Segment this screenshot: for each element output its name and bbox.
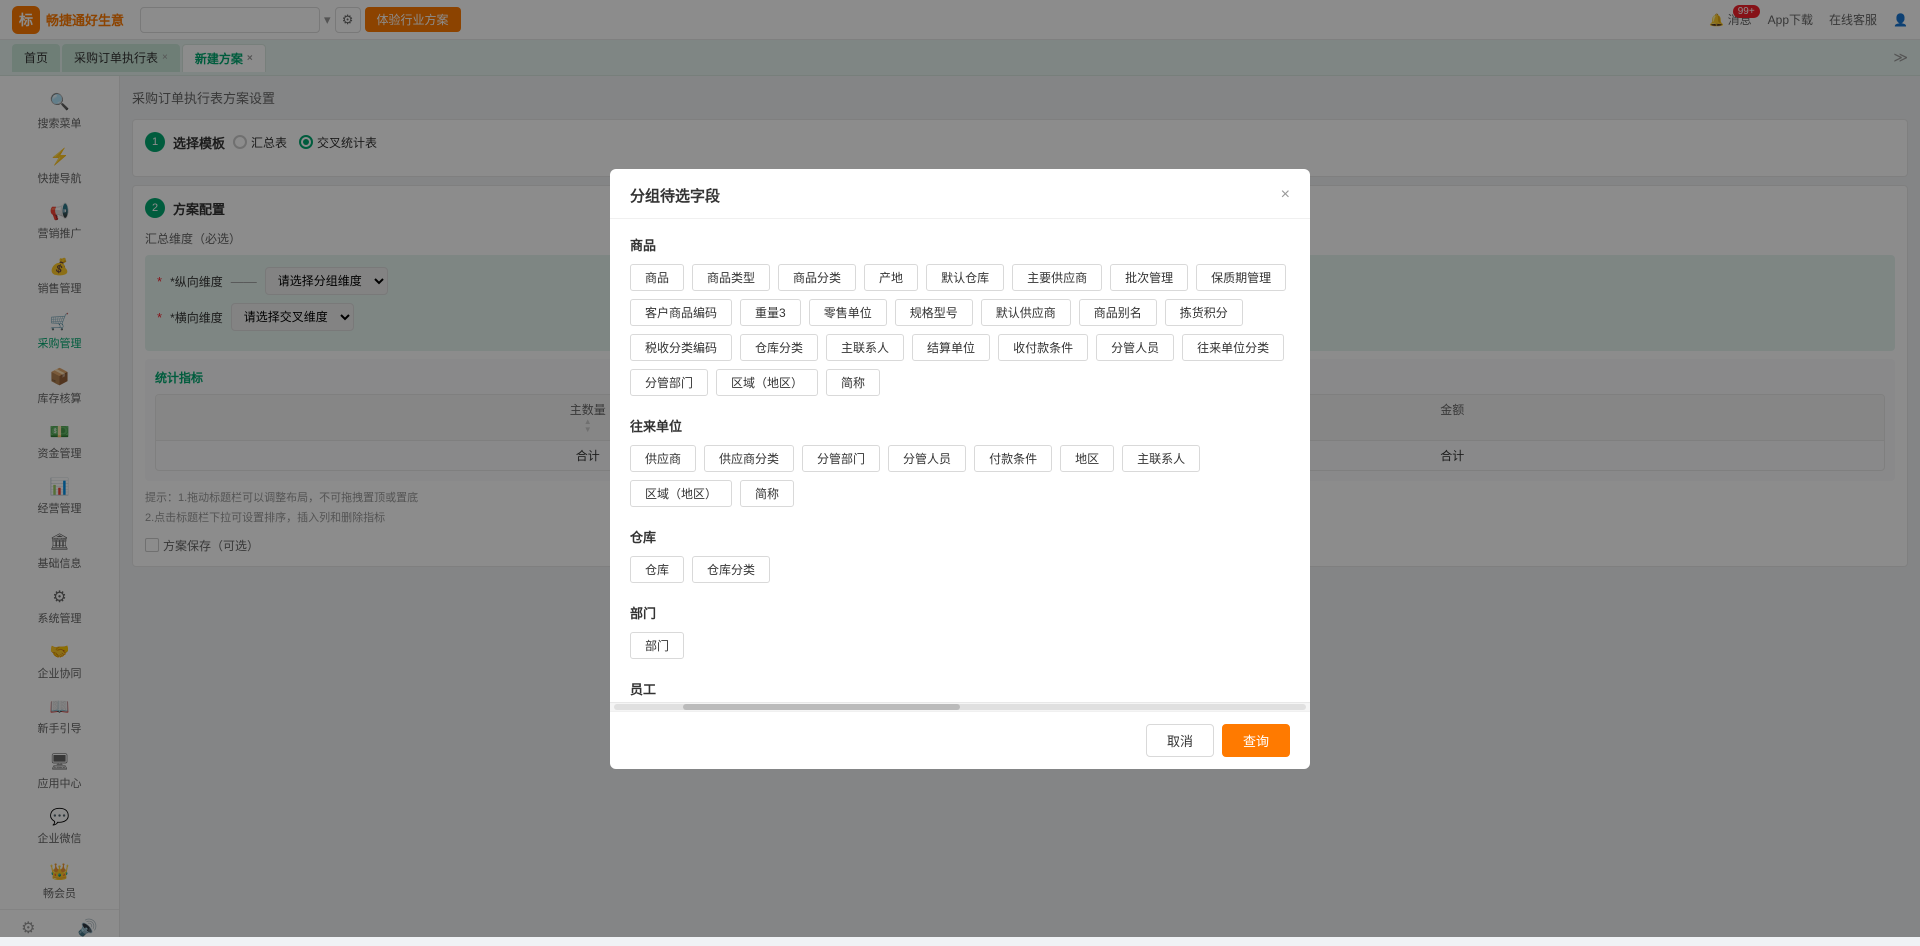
- field-tag-goods-21[interactable]: 往来单位分类: [1182, 334, 1284, 361]
- section-partner: 往来单位 供应商 供应商分类 分管部门 分管人员 付款条件 地区 主联系人 区域…: [630, 416, 1290, 507]
- field-tag-goods-6[interactable]: 批次管理: [1110, 264, 1188, 291]
- section-goods-title: 商品: [630, 235, 1290, 254]
- field-tag-goods-20[interactable]: 分管人员: [1096, 334, 1174, 361]
- modal-header: 分组待选字段 ×: [610, 169, 1310, 219]
- field-tag-partner-7[interactable]: 区域（地区）: [630, 480, 732, 507]
- field-tag-goods-7[interactable]: 保质期管理: [1196, 264, 1286, 291]
- modal-hscroll-thumb: [683, 704, 960, 710]
- field-tag-warehouse-0[interactable]: 仓库: [630, 556, 684, 583]
- field-tag-goods-10[interactable]: 零售单位: [809, 299, 887, 326]
- field-tag-goods-16[interactable]: 仓库分类: [740, 334, 818, 361]
- field-tag-partner-4[interactable]: 付款条件: [974, 445, 1052, 472]
- field-tag-goods-14[interactable]: 拣货积分: [1165, 299, 1243, 326]
- field-tag-goods-8[interactable]: 客户商品编码: [630, 299, 732, 326]
- field-tag-partner-3[interactable]: 分管人员: [888, 445, 966, 472]
- field-tag-goods-15[interactable]: 税收分类编码: [630, 334, 732, 361]
- field-tag-dept-0[interactable]: 部门: [630, 632, 684, 659]
- modal-overlay: 分组待选字段 × 商品 商品 商品类型 商品分类 产地 默认仓库 主要供应商 批…: [0, 0, 1920, 937]
- field-tag-goods-13[interactable]: 商品别名: [1079, 299, 1157, 326]
- section-dept-tags: 部门: [630, 632, 1290, 659]
- field-tag-partner-6[interactable]: 主联系人: [1122, 445, 1200, 472]
- section-partner-tags: 供应商 供应商分类 分管部门 分管人员 付款条件 地区 主联系人 区域（地区） …: [630, 445, 1290, 507]
- field-tag-goods-12[interactable]: 默认供应商: [981, 299, 1071, 326]
- section-dept: 部门 部门: [630, 603, 1290, 659]
- field-tag-goods-22[interactable]: 分管部门: [630, 369, 708, 396]
- field-tag-goods-9[interactable]: 重量3: [740, 299, 801, 326]
- section-goods: 商品 商品 商品类型 商品分类 产地 默认仓库 主要供应商 批次管理 保质期管理…: [630, 235, 1290, 396]
- field-tag-goods-24[interactable]: 简称: [826, 369, 880, 396]
- field-tag-partner-8[interactable]: 简称: [740, 480, 794, 507]
- field-tag-goods-1[interactable]: 商品类型: [692, 264, 770, 291]
- field-tag-goods-17[interactable]: 主联系人: [826, 334, 904, 361]
- field-tag-partner-5[interactable]: 地区: [1060, 445, 1114, 472]
- field-tag-goods-23[interactable]: 区域（地区）: [716, 369, 818, 396]
- cancel-button[interactable]: 取消: [1146, 724, 1214, 757]
- field-tag-goods-18[interactable]: 结算单位: [912, 334, 990, 361]
- modal-horizontal-scrollbar[interactable]: [610, 702, 1310, 711]
- field-tag-goods-19[interactable]: 收付款条件: [998, 334, 1088, 361]
- field-tag-goods-3[interactable]: 产地: [864, 264, 918, 291]
- confirm-button[interactable]: 查询: [1222, 724, 1290, 757]
- field-tag-goods-11[interactable]: 规格型号: [895, 299, 973, 326]
- field-tag-partner-2[interactable]: 分管部门: [802, 445, 880, 472]
- section-partner-title: 往来单位: [630, 416, 1290, 435]
- section-staff: 员工 业务员: [630, 679, 1290, 702]
- field-tag-partner-1[interactable]: 供应商分类: [704, 445, 794, 472]
- section-warehouse: 仓库 仓库 仓库分类: [630, 527, 1290, 583]
- modal-body: 商品 商品 商品类型 商品分类 产地 默认仓库 主要供应商 批次管理 保质期管理…: [610, 219, 1310, 702]
- modal: 分组待选字段 × 商品 商品 商品类型 商品分类 产地 默认仓库 主要供应商 批…: [610, 169, 1310, 769]
- field-tag-warehouse-1[interactable]: 仓库分类: [692, 556, 770, 583]
- modal-footer: 取消 查询: [610, 711, 1310, 769]
- field-tag-goods-4[interactable]: 默认仓库: [926, 264, 1004, 291]
- section-dept-title: 部门: [630, 603, 1290, 622]
- modal-hscroll-track: [614, 704, 1306, 710]
- section-warehouse-title: 仓库: [630, 527, 1290, 546]
- section-goods-tags: 商品 商品类型 商品分类 产地 默认仓库 主要供应商 批次管理 保质期管理 客户…: [630, 264, 1290, 396]
- modal-title: 分组待选字段: [630, 185, 720, 206]
- field-tag-partner-0[interactable]: 供应商: [630, 445, 696, 472]
- field-tag-goods-0[interactable]: 商品: [630, 264, 684, 291]
- modal-close-button[interactable]: ×: [1281, 186, 1290, 204]
- field-tag-goods-2[interactable]: 商品分类: [778, 264, 856, 291]
- field-tag-goods-5[interactable]: 主要供应商: [1012, 264, 1102, 291]
- section-staff-title: 员工: [630, 679, 1290, 698]
- section-warehouse-tags: 仓库 仓库分类: [630, 556, 1290, 583]
